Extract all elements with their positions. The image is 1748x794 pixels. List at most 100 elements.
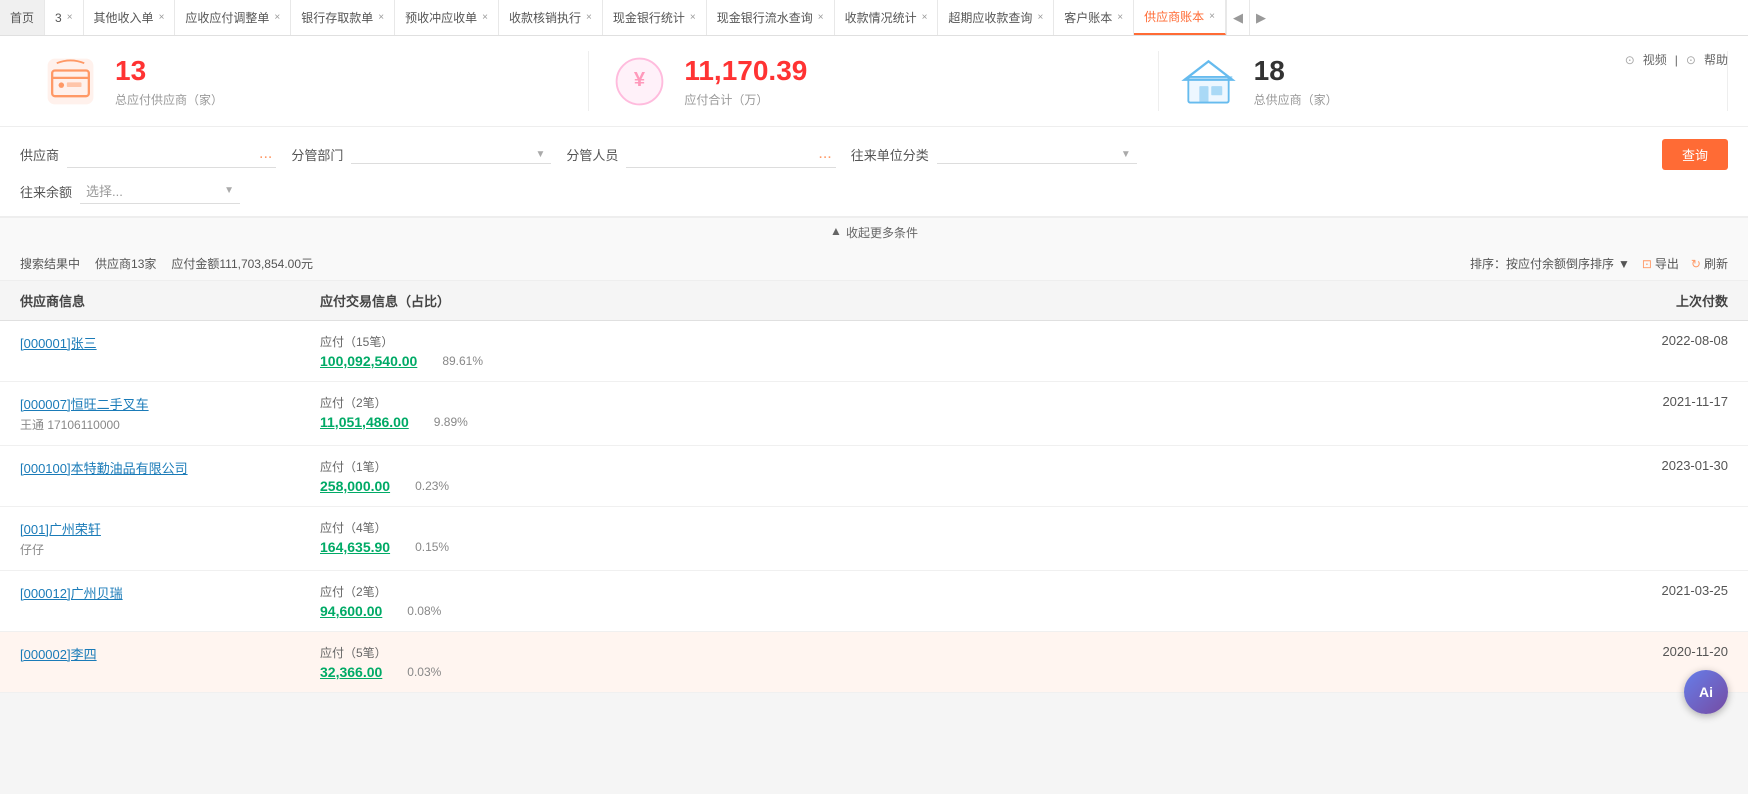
transaction-col-5: 应付（5笔） 32,366.00 0.03% — [320, 644, 1528, 680]
table-row: [000001]张三 应付（15笔） 100,092,540.00 89.61%… — [0, 321, 1748, 382]
supplier-sub-1: 王通 17106110000 — [20, 416, 320, 433]
nav-other-income[interactable]: 其他收入单 × — [84, 0, 176, 35]
trans-percent-0: 89.61% — [442, 354, 483, 368]
supplier-col-3: [001]广州荣轩 仔仔 — [20, 519, 320, 558]
nav-supplier-ledger[interactable]: 供应商账本 × — [1134, 0, 1226, 35]
trans-percent-3: 0.15% — [415, 540, 449, 554]
export-button[interactable]: ⊡ 导出 — [1642, 255, 1679, 272]
unit-class-label: 往来单位分类 — [851, 145, 929, 164]
nav-overdue-ar-close[interactable]: × — [1037, 12, 1043, 23]
nav-collection-verify[interactable]: 收款核销执行 × — [499, 0, 603, 35]
last-pay-date-0: 2022-08-08 — [1662, 333, 1729, 348]
supplier-link-4[interactable]: [000012]广州贝瑞 — [20, 586, 123, 601]
top-right-links: ⊙ 视频 | ⊙ 帮助 — [1625, 51, 1728, 68]
nav-bank-deposit-close[interactable]: × — [378, 12, 384, 23]
table-row: [000100]本特勤油品有限公司 应付（1笔） 258,000.00 0.23… — [0, 446, 1748, 507]
nav-other-income-close[interactable]: × — [159, 12, 165, 23]
balance-filter-label: 往来余额 — [20, 182, 72, 201]
supplier-link-0[interactable]: [000001]张三 — [20, 336, 97, 351]
nav-customer-ledger-label: 客户账本 — [1064, 9, 1112, 26]
nav-ar-adjust-close[interactable]: × — [274, 12, 280, 23]
nav-cash-bank-stats[interactable]: 现金银行统计 × — [603, 0, 707, 35]
nav-tab3-close[interactable]: × — [67, 12, 73, 23]
sort-button[interactable]: 排序：按应付余额倒序排序 ▼ — [1470, 255, 1630, 272]
nav-collection-stats[interactable]: 收款情况统计 × — [835, 0, 939, 35]
trans-amount-2[interactable]: 258,000.00 — [320, 478, 390, 494]
person-filter-label: 分管人员 — [566, 145, 618, 164]
person-input[interactable] — [630, 144, 818, 165]
result-bar-left: 搜索结果中 供应商13家 应付金额111,703,854.00元 — [20, 255, 313, 272]
trans-amount-1[interactable]: 11,051,486.00 — [320, 414, 409, 430]
total-amount-number: 11,170.39 — [684, 54, 807, 88]
refresh-icon: ↻ — [1691, 257, 1701, 271]
unit-class-select[interactable]: ▼ — [937, 146, 1137, 164]
ai-button[interactable]: Ai — [1684, 670, 1728, 714]
trans-percent-2: 0.23% — [415, 479, 449, 493]
nav-next-arrow[interactable]: ▶ — [1249, 0, 1272, 35]
nav-collection-verify-close[interactable]: × — [586, 12, 592, 23]
filter-row-1: 供应商 ... 分管部门 ▼ 分管人员 ... — [20, 139, 1728, 170]
video-link[interactable]: 视频 — [1643, 51, 1667, 68]
summary-content-pay-supplier: 13 总应付供应商（家） — [115, 54, 223, 108]
nav-collection-stats-close[interactable]: × — [922, 12, 928, 23]
collapse-button[interactable]: ▲ 收起更多条件 — [0, 217, 1748, 247]
help-link[interactable]: 帮助 — [1704, 51, 1728, 68]
supplier-input[interactable] — [71, 144, 259, 165]
nav-cash-bank-flow-close[interactable]: × — [818, 12, 824, 23]
export-icon: ⊡ — [1642, 257, 1652, 271]
nav-advance-ar[interactable]: 预收冲应收单 × — [395, 0, 499, 35]
supplier-col-5: [000002]李四 — [20, 644, 320, 663]
query-button[interactable]: 查询 — [1662, 139, 1728, 170]
supplier-dots[interactable]: ... — [259, 145, 272, 163]
person-input-container: ... — [626, 142, 835, 168]
nav-prev-arrow[interactable]: ◀ — [1226, 0, 1249, 35]
nav-customer-ledger[interactable]: 客户账本 × — [1054, 0, 1134, 35]
pay-supplier-label: 总应付供应商（家） — [115, 91, 223, 108]
nav-overdue-ar[interactable]: 超期应收款查询 × — [938, 0, 1054, 35]
lastpay-col-2: 2023-01-30 — [1528, 458, 1728, 473]
person-dots[interactable]: ... — [818, 145, 831, 163]
sort-label: 排序：按应付余额倒序排序 — [1470, 255, 1614, 272]
trans-row-4: 94,600.00 0.08% — [320, 603, 1528, 619]
nav-tab3[interactable]: 3 × — [45, 0, 84, 35]
trans-amount-0[interactable]: 100,092,540.00 — [320, 353, 417, 369]
nav-advance-ar-close[interactable]: × — [482, 12, 488, 23]
trans-label-0: 应付（15笔） — [320, 333, 1528, 350]
trans-label-2: 应付（1笔） — [320, 458, 1528, 475]
supplier-input-container: ... — [67, 142, 276, 168]
store-icon — [1179, 51, 1239, 111]
collapse-label: 收起更多条件 — [846, 224, 918, 241]
nav-home[interactable]: 首页 — [0, 0, 45, 35]
supplier-link-5[interactable]: [000002]李四 — [20, 647, 97, 662]
filter-supplier: 供应商 ... — [20, 142, 276, 168]
trans-row-5: 32,366.00 0.03% — [320, 664, 1528, 680]
nav-customer-ledger-close[interactable]: × — [1117, 12, 1123, 23]
dept-select[interactable]: ▼ — [351, 146, 551, 164]
trans-amount-5[interactable]: 32,366.00 — [320, 664, 382, 680]
supplier-link-2[interactable]: [000100]本特勤油品有限公司 — [20, 461, 188, 476]
table-row: [000012]广州贝瑞 应付（2笔） 94,600.00 0.08% 2021… — [0, 571, 1748, 632]
nav-cash-bank-stats-close[interactable]: × — [690, 12, 696, 23]
export-label: 导出 — [1655, 255, 1679, 272]
filter-unit-class: 往来单位分类 ▼ — [851, 145, 1137, 164]
balance-select[interactable]: 选择... ▼ — [80, 178, 240, 204]
supplier-link-1[interactable]: [000007]恒旺二手叉车 — [20, 397, 149, 412]
trans-percent-4: 0.08% — [407, 604, 441, 618]
trans-amount-3[interactable]: 164,635.90 — [320, 539, 390, 555]
amount-icon: ¥ — [609, 51, 669, 111]
trans-row-1: 11,051,486.00 9.89% — [320, 414, 1528, 430]
refresh-button[interactable]: ↻ 刷新 — [1691, 255, 1728, 272]
table-header: 供应商信息 应付交易信息（占比） 上次付数 — [0, 281, 1748, 321]
lastpay-col-0: 2022-08-08 — [1528, 333, 1728, 348]
svg-text:¥: ¥ — [634, 69, 646, 91]
ai-button-label: Ai — [1699, 684, 1713, 700]
trans-amount-4[interactable]: 94,600.00 — [320, 603, 382, 619]
nav-bank-deposit[interactable]: 银行存取款单 × — [291, 0, 395, 35]
nav-collection-verify-label: 收款核销执行 — [509, 9, 581, 26]
nav-cash-bank-flow[interactable]: 现金银行流水查询 × — [707, 0, 835, 35]
nav-ar-adjust[interactable]: 应收应付调整单 × — [175, 0, 291, 35]
filter-bar: 供应商 ... 分管部门 ▼ 分管人员 ... — [0, 127, 1748, 217]
nav-supplier-ledger-close[interactable]: × — [1209, 11, 1215, 22]
trans-label-4: 应付（2笔） — [320, 583, 1528, 600]
supplier-link-3[interactable]: [001]广州荣轩 — [20, 522, 101, 537]
